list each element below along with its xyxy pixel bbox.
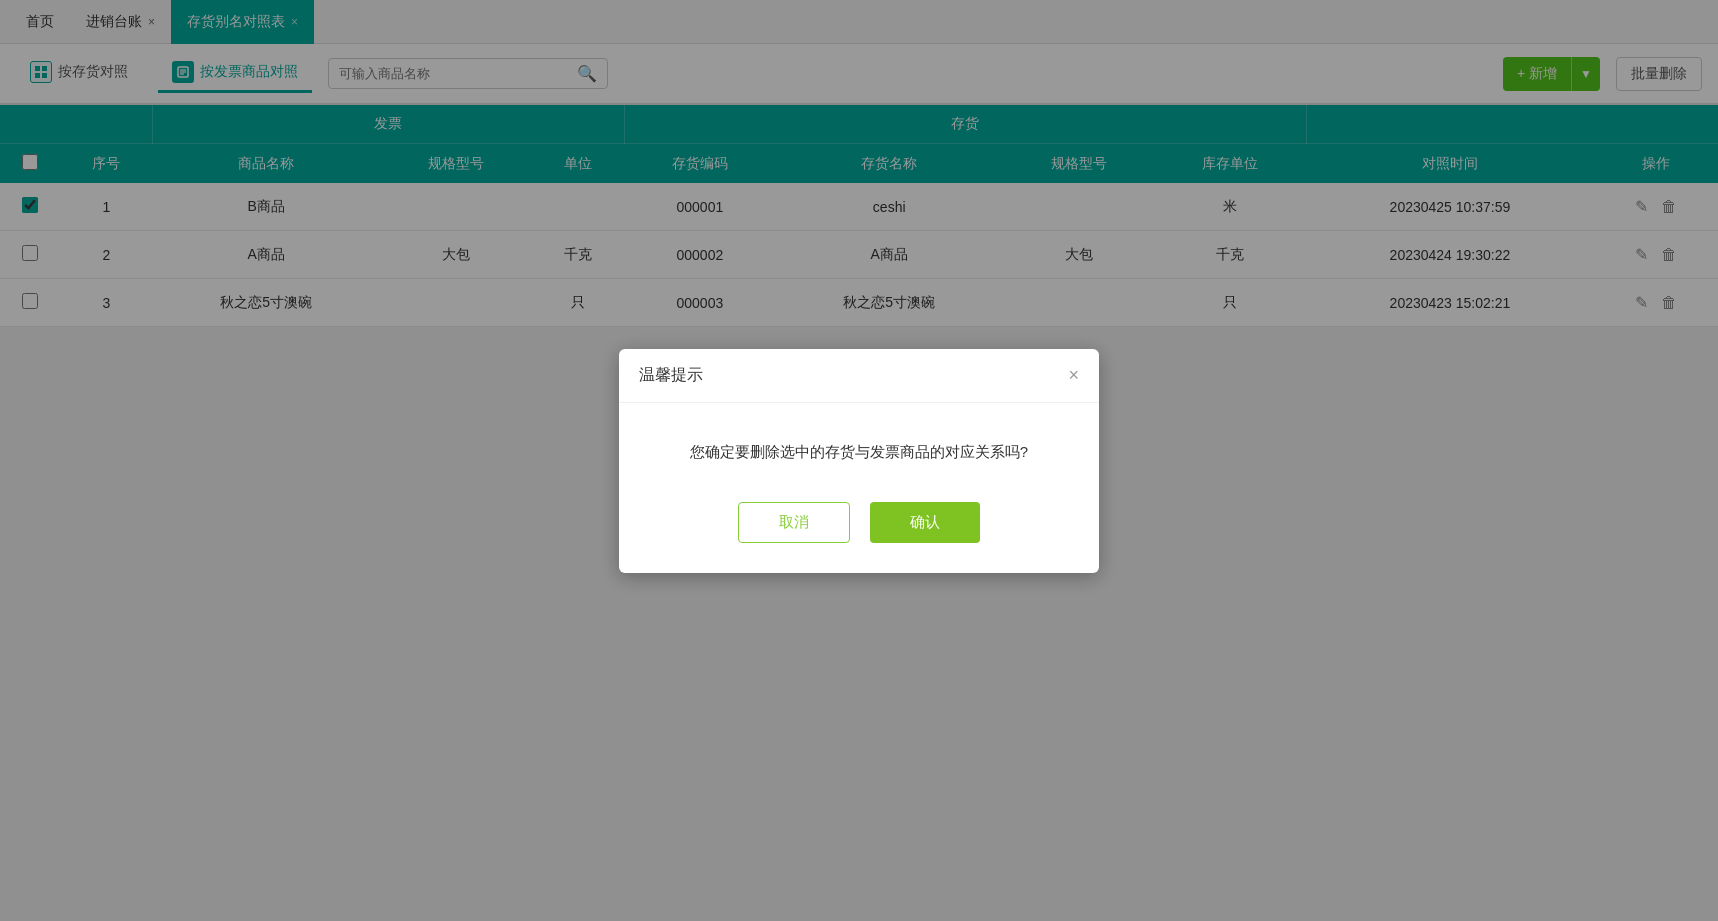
modal-cancel-button[interactable]: 取消 (738, 502, 850, 543)
modal-close-button[interactable]: × (1068, 365, 1079, 386)
modal-confirm-button[interactable]: 确认 (870, 502, 980, 543)
modal-overlay: 温馨提示 × 您确定要删除选中的存货与发票商品的对应关系吗? 取消 确认 (0, 0, 1718, 921)
modal-title: 温馨提示 (639, 365, 703, 386)
modal-header: 温馨提示 × (619, 349, 1099, 403)
modal-body: 您确定要删除选中的存货与发票商品的对应关系吗? (619, 403, 1099, 492)
modal-footer: 取消 确认 (619, 492, 1099, 573)
modal: 温馨提示 × 您确定要删除选中的存货与发票商品的对应关系吗? 取消 确认 (619, 349, 1099, 573)
modal-message: 您确定要删除选中的存货与发票商品的对应关系吗? (690, 443, 1028, 460)
